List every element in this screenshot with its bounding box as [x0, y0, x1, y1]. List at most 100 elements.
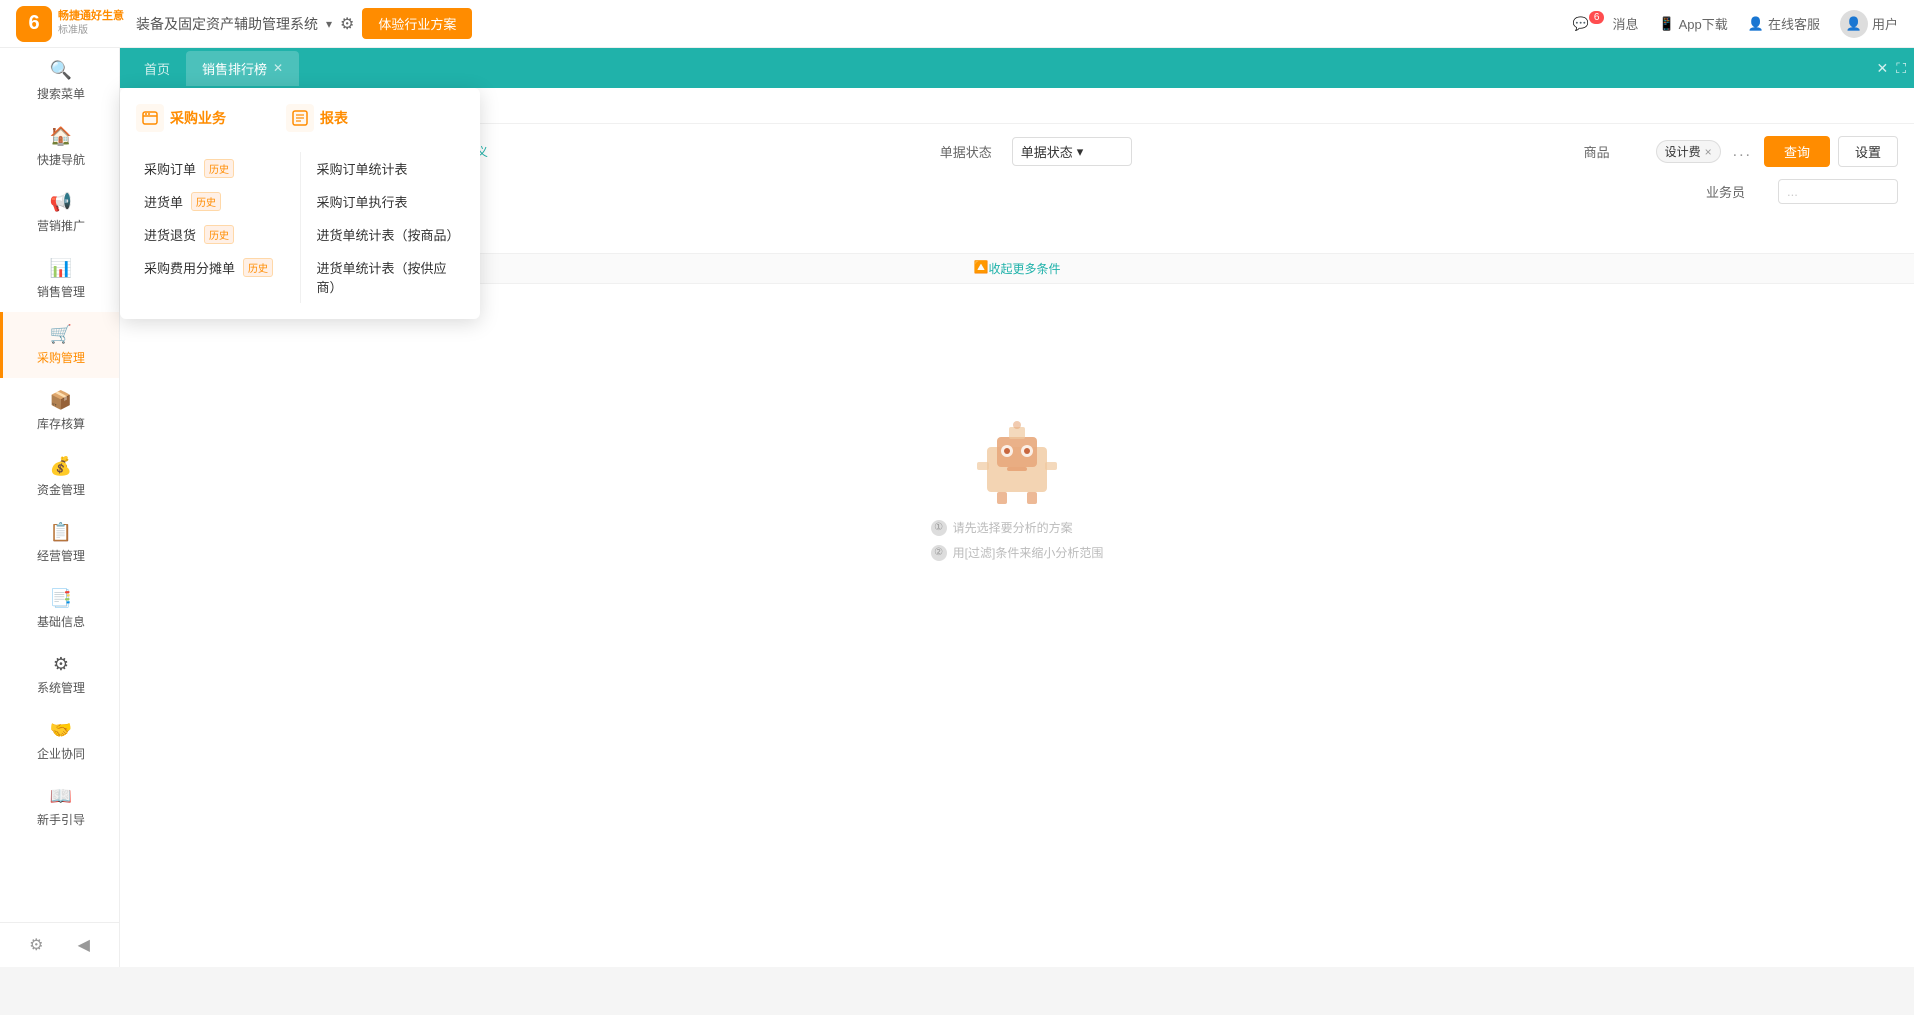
gear-icon[interactable]: ⚙ — [340, 14, 354, 34]
sidebar-item-sales[interactable]: 📊 销售管理 — [0, 246, 119, 312]
sidebar-item-enterprise[interactable]: 🤝 企业协同 — [0, 708, 119, 774]
goods-tag-close[interactable]: × — [1705, 145, 1712, 159]
sidebar-item-marketing[interactable]: 📢 营销推广 — [0, 180, 119, 246]
phone-icon: 📱 — [1658, 16, 1674, 32]
top-header: 6 畅捷通好生意 标准版 装备及固定资产辅助管理系统 ▾ ⚙ 体验行业方案 💬 … — [0, 0, 1914, 48]
sidebar-label-quick-nav: 快捷导航 — [37, 151, 85, 168]
sidebar: 🔍 搜索菜单 🏠 快捷导航 📢 营销推广 📊 销售管理 🛒 采购管理 📦 库存核… — [0, 48, 120, 967]
tab-sales-ranking-label: 销售排行榜 — [202, 59, 267, 78]
sidebar-item-basic-info[interactable]: 📑 基础信息 — [0, 576, 119, 642]
user-menu-btn[interactable]: 👤 用户 — [1840, 10, 1898, 38]
tab-bar-right: ✕ ⛶ — [1876, 60, 1906, 77]
tab-close-all-icon[interactable]: ✕ — [1876, 60, 1888, 77]
menu-item-incoming-stats-supplier[interactable]: 进货单统计表（按供应商） — [309, 251, 465, 303]
purchase-order-stats-label: 采购订单统计表 — [317, 159, 408, 178]
empty-step-2: ② 用[过滤]条件来缩小分析范围 — [931, 544, 1104, 561]
search-icon: 🔍 — [50, 60, 72, 81]
purchase-dropdown-menu: 采购业务 报表 采购订单 历史 进货单 历史 — [120, 88, 480, 319]
basicinfo-icon: 📑 — [50, 588, 72, 609]
settings-bottom-btn[interactable]: ⚙ — [29, 935, 43, 955]
step2-text: 用[过滤]条件来缩小分析范围 — [953, 544, 1104, 561]
sidebar-item-guide[interactable]: 📖 新手引导 — [0, 774, 119, 840]
menu-item-purchase-expense[interactable]: 采购费用分摊单 历史 — [136, 251, 292, 284]
tab-sales-ranking[interactable]: 销售排行榜 ✕ — [186, 51, 299, 86]
system-icon: ⚙ — [53, 654, 69, 675]
empty-illustration — [967, 407, 1067, 507]
chevron-down-icon: ▾ — [1077, 144, 1084, 160]
sidebar-item-system[interactable]: ⚙ 系统管理 — [0, 642, 119, 708]
empty-steps: ① 请先选择要分析的方案 ② 用[过滤]条件来缩小分析范围 — [931, 519, 1104, 561]
goods-tag-text: 设计费 — [1665, 143, 1701, 160]
collapse-sidebar-btn[interactable]: ◀ — [78, 935, 90, 955]
system-title-area: 装备及固定资产辅助管理系统 ▾ ⚙ 体验行业方案 — [136, 8, 1573, 39]
menu-columns: 采购订单 历史 进货单 历史 进货退货 历史 采购费用分摊单 历史 采购订单统计… — [136, 152, 464, 303]
purchase-category: 采购业务 — [136, 104, 226, 132]
tab-home[interactable]: 首页 — [128, 51, 186, 86]
sidebar-item-quick-nav[interactable]: 🏠 快捷导航 — [0, 114, 119, 180]
tab-close-icon[interactable]: ✕ — [273, 61, 283, 75]
tab-bar: 首页 销售排行榜 ✕ ✕ ⛶ — [120, 48, 1914, 88]
industry-btn[interactable]: 体验行业方案 — [362, 8, 472, 39]
incoming-stats-supplier-label: 进货单统计表（按供应商） — [317, 258, 457, 296]
empty-step-1: ① 请先选择要分析的方案 — [931, 519, 1104, 536]
sidebar-label-purchase: 采购管理 — [37, 349, 85, 366]
goods-tag: 设计费 × — [1656, 140, 1721, 163]
guide-icon: 📖 — [50, 786, 72, 807]
return-goods-history-badge: 历史 — [204, 225, 234, 244]
sidebar-item-capital[interactable]: 💰 资金管理 — [0, 444, 119, 510]
sidebar-label-search: 搜索菜单 — [37, 85, 85, 102]
header-right: 💬 6 消息 📱 App下载 👤 在线客服 👤 用户 — [1573, 10, 1898, 38]
purchase-order-label: 采购订单 — [144, 159, 196, 178]
sidebar-label-basic-info: 基础信息 — [37, 613, 85, 630]
report-category-icon — [286, 104, 314, 132]
goods-more-dots[interactable]: ... — [1733, 143, 1752, 161]
app-download-btn[interactable]: 📱 App下载 — [1658, 14, 1727, 33]
sidebar-item-search[interactable]: 🔍 搜索菜单 — [0, 48, 119, 114]
purchase-category-icon — [136, 104, 164, 132]
purchase-order-exec-label: 采购订单执行表 — [317, 192, 408, 211]
logo-text: 畅捷通好生意 标准版 — [58, 9, 124, 38]
step1-text: 请先选择要分析的方案 — [953, 519, 1073, 536]
sidebar-label-system: 系统管理 — [37, 679, 85, 696]
sidebar-item-operations[interactable]: 📋 经营管理 — [0, 510, 119, 576]
goods-label: 商品 — [1584, 142, 1644, 161]
empty-state: ① 请先选择要分析的方案 ② 用[过滤]条件来缩小分析范围 — [120, 284, 1914, 684]
setting-btn[interactable]: 设置 — [1838, 136, 1898, 167]
menu-item-purchase-order[interactable]: 采购订单 历史 — [136, 152, 292, 185]
query-btn[interactable]: 查询 — [1764, 136, 1830, 167]
capital-icon: 💰 — [50, 456, 72, 477]
message-badge: 6 — [1589, 11, 1605, 24]
menu-item-incoming[interactable]: 进货单 历史 — [136, 185, 292, 218]
logo-icon: 6 — [16, 6, 52, 42]
message-label: 消息 — [1612, 14, 1638, 33]
sidebar-label-capital: 资金管理 — [37, 481, 85, 498]
collapse-up-icon: 🔼 — [974, 260, 989, 277]
menu-item-purchase-order-stats[interactable]: 采购订单统计表 — [309, 152, 465, 185]
sidebar-item-inventory[interactable]: 📦 库存核算 — [0, 378, 119, 444]
sidebar-label-sales: 销售管理 — [37, 283, 85, 300]
salesperson-select[interactable]: ... — [1778, 179, 1898, 204]
sidebar-item-purchase[interactable]: 🛒 采购管理 — [0, 312, 119, 378]
sidebar-label-inventory: 库存核算 — [37, 415, 85, 432]
purchase-expense-label: 采购费用分摊单 — [144, 258, 235, 277]
operations-icon: 📋 — [50, 522, 72, 543]
message-icon: 💬 — [1573, 16, 1589, 32]
tab-expand-icon[interactable]: ⛶ — [1896, 60, 1906, 77]
service-icon: 👤 — [1748, 16, 1764, 32]
message-btn[interactable]: 💬 6 消息 — [1573, 14, 1639, 33]
marketing-icon: 📢 — [50, 192, 72, 213]
report-col: 采购订单统计表 采购订单执行表 进货单统计表（按商品） 进货单统计表（按供应商） — [309, 152, 465, 303]
logo-area: 6 畅捷通好生意 标准版 — [16, 6, 136, 42]
user-avatar: 👤 — [1840, 10, 1868, 38]
menu-item-incoming-stats-goods[interactable]: 进货单统计表（按商品） — [309, 218, 465, 251]
online-service-btn[interactable]: 👤 在线客服 — [1748, 14, 1820, 33]
system-dropdown-btn[interactable]: ▾ — [326, 17, 332, 31]
sidebar-bottom: ⚙ ◀ — [0, 922, 119, 967]
purchase-icon: 🛒 — [50, 324, 72, 345]
sales-icon: 📊 — [50, 258, 72, 279]
report-category: 报表 — [286, 104, 348, 132]
document-status-select[interactable]: 单据状态 ▾ — [1012, 137, 1132, 166]
dropdown-menu-header: 采购业务 报表 — [136, 104, 464, 140]
menu-item-purchase-order-exec[interactable]: 采购订单执行表 — [309, 185, 465, 218]
menu-item-return-goods[interactable]: 进货退货 历史 — [136, 218, 292, 251]
